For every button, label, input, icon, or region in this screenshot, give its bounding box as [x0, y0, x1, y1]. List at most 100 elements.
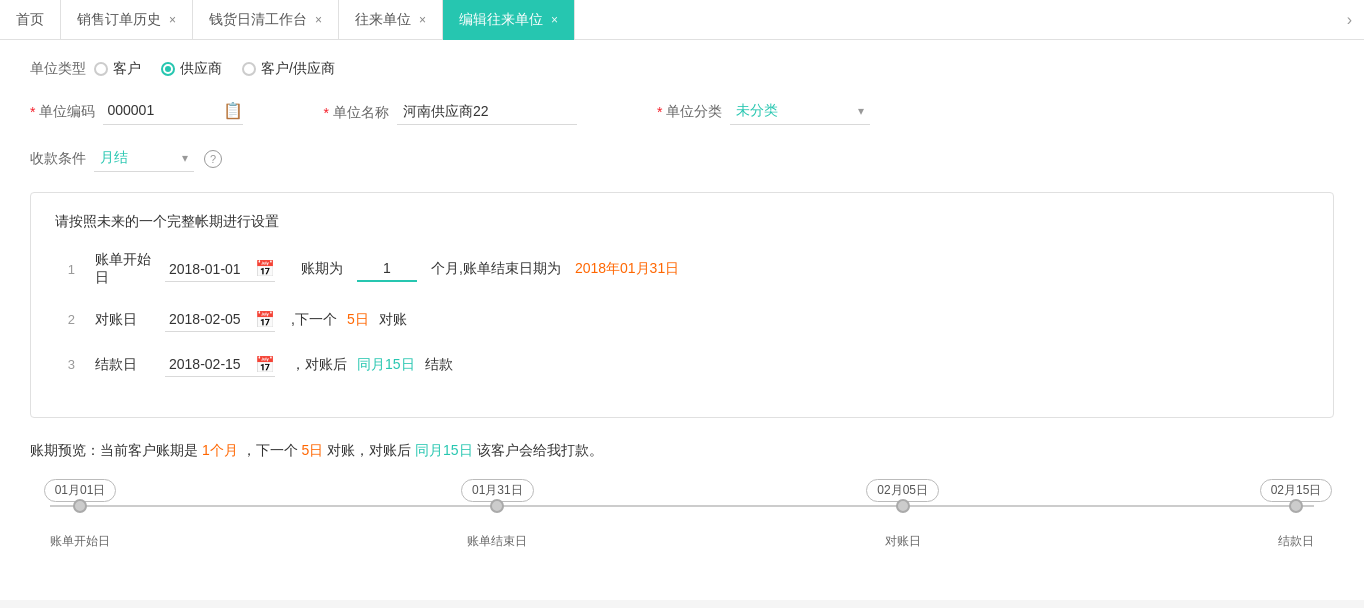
unit-code-copy-icon[interactable]: 📋	[223, 101, 243, 120]
tab-more-button[interactable]: ›	[1335, 0, 1364, 40]
unit-code-group: * 单位编码 📋	[30, 98, 243, 125]
page-content: 单位类型 客户 供应商 客户/供应商 * 单位编码 📋	[0, 40, 1364, 600]
preview-suffix: 该客户会给我打款。	[477, 442, 603, 458]
timeline-node-4: 02月15日 结款日	[1278, 499, 1314, 550]
radio-both[interactable]: 客户/供应商	[242, 60, 335, 78]
timeline-node-3: 02月05日 对账日	[885, 499, 921, 550]
preview-prefix: 账期预览：当前客户账期是	[30, 442, 198, 458]
tab-partner-unit-label: 往来单位	[355, 11, 411, 29]
period-value-input[interactable]	[357, 256, 417, 282]
settlement-row: 3 结款日 📅 ，对账后 同月15日 结款	[55, 352, 1309, 377]
unit-code-input-wrap: 📋	[103, 98, 243, 125]
close-sales-history-icon[interactable]: ×	[169, 13, 176, 27]
settlement-label: 结款日	[95, 356, 155, 374]
unit-name-input[interactable]	[397, 100, 577, 125]
reconcile-desc-prefix: ,下一个	[291, 311, 337, 329]
settlement-date-input[interactable]	[165, 352, 255, 376]
payment-help-icon[interactable]: ?	[204, 150, 222, 168]
reconcile-desc-highlight: 5日	[347, 311, 369, 329]
reconcile-label: 对账日	[95, 311, 155, 329]
reconcile-calendar-icon[interactable]: 📅	[255, 310, 275, 329]
unit-category-arrow-icon: ▾	[858, 104, 864, 118]
billing-start-date-input[interactable]	[165, 257, 255, 281]
unit-name-group: * 单位名称	[323, 100, 576, 125]
node-label-4: 结款日	[1278, 533, 1314, 550]
panel-title: 请按照未来的一个完整帐期进行设置	[55, 213, 1309, 231]
unit-code-star: *	[30, 104, 35, 120]
reconcile-date-input[interactable]	[165, 307, 255, 331]
node-label-2: 账单结束日	[467, 533, 527, 550]
unit-type-row: 单位类型 客户 供应商 客户/供应商	[30, 60, 1334, 78]
tab-home-label: 首页	[16, 11, 44, 29]
unit-name-label: 单位名称	[333, 104, 389, 122]
billing-start-calendar-icon[interactable]: 📅	[255, 259, 275, 278]
tab-sales-history-label: 销售订单历史	[77, 11, 161, 29]
close-cash-work-icon[interactable]: ×	[315, 13, 322, 27]
unit-type-radio-group: 客户 供应商 客户/供应商	[94, 60, 335, 78]
payment-conditions: 月结 ▾ ?	[94, 145, 222, 172]
payment-value: 月结	[100, 149, 176, 167]
preview-span2: 5日	[301, 442, 323, 458]
timeline-node-1: 01月01日 账单开始日	[50, 499, 110, 550]
unit-category-label: 单位分类	[666, 103, 722, 121]
unit-category-select[interactable]: 未分类 ▾	[730, 98, 870, 125]
tabs-bar: 首页 销售订单历史 × 钱货日清工作台 × 往来单位 × 编辑往来单位 × ›	[0, 0, 1364, 40]
tab-edit-partner[interactable]: 编辑往来单位 ×	[443, 0, 575, 40]
settlement-calendar-icon[interactable]: 📅	[255, 355, 275, 374]
row-num-2: 2	[55, 312, 75, 327]
tab-home[interactable]: 首页	[0, 0, 61, 40]
period-label: 账期为	[301, 260, 343, 278]
payment-select[interactable]: 月结 ▾	[94, 145, 194, 172]
unit-code-label: 单位编码	[39, 103, 95, 121]
unit-category-value: 未分类	[736, 102, 852, 120]
settlement-desc-suffix: 结款	[425, 356, 453, 374]
radio-supplier-label: 供应商	[180, 60, 222, 78]
radio-both-label: 客户/供应商	[261, 60, 335, 78]
billing-start-date-wrap: 📅	[165, 257, 275, 282]
unit-category-star: *	[657, 104, 662, 120]
row-num-3: 3	[55, 357, 75, 372]
unit-code-input[interactable]	[103, 98, 223, 122]
radio-customer[interactable]: 客户	[94, 60, 141, 78]
reconcile-desc-suffix: 对账	[379, 311, 407, 329]
node-dot-1	[73, 499, 87, 513]
preview-mid2: 对账，对账后	[327, 442, 411, 458]
settlement-desc-prefix: ，对账后	[291, 356, 347, 374]
preview-section: 账期预览：当前客户账期是 1个月 ，下一个 5日 对账，对账后 同月15日 该客…	[30, 438, 1334, 463]
settings-panel: 请按照未来的一个完整帐期进行设置 1 账单开始日 📅 账期为 个月,账单结束日期…	[30, 192, 1334, 418]
radio-customer-label: 客户	[113, 60, 141, 78]
unit-name-star: *	[323, 105, 328, 121]
reconcile-date-wrap: 📅	[165, 307, 275, 332]
close-partner-unit-icon[interactable]: ×	[419, 13, 426, 27]
tab-cash-work[interactable]: 钱货日清工作台 ×	[193, 0, 339, 40]
preview-span3: 同月15日	[415, 442, 473, 458]
tab-cash-work-label: 钱货日清工作台	[209, 11, 307, 29]
reconcile-row: 2 对账日 📅 ,下一个 5日 对账	[55, 307, 1309, 332]
tab-sales-history[interactable]: 销售订单历史 ×	[61, 0, 193, 40]
preview-mid1: ，下一个	[242, 442, 298, 458]
unit-category-group: * 单位分类 未分类 ▾	[657, 98, 870, 125]
settlement-date-wrap: 📅	[165, 352, 275, 377]
unit-type-label: 单位类型	[30, 60, 86, 78]
unit-fields-row: * 单位编码 📋 * 单位名称 * 单位分类 未分类 ▾	[30, 98, 1334, 125]
node-label-3: 对账日	[885, 533, 921, 550]
payment-row: 收款条件 月结 ▾ ?	[30, 145, 1334, 172]
billing-start-label: 账单开始日	[95, 251, 155, 287]
row-num-1: 1	[55, 262, 75, 277]
radio-both-circle	[242, 62, 256, 76]
payment-arrow-icon: ▾	[182, 151, 188, 165]
node-dot-2	[490, 499, 504, 513]
close-edit-partner-icon[interactable]: ×	[551, 13, 558, 27]
node-dot-4	[1289, 499, 1303, 513]
timeline-wrap: 01月01日 账单开始日 01月31日 账单结束日 02月05日 对账日 02月…	[50, 487, 1314, 567]
billing-start-row: 1 账单开始日 📅 账期为 个月,账单结束日期为 2018年01月31日	[55, 251, 1309, 287]
radio-customer-circle	[94, 62, 108, 76]
radio-supplier-circle	[161, 62, 175, 76]
settlement-desc-highlight: 同月15日	[357, 356, 415, 374]
timeline-nodes: 01月01日 账单开始日 01月31日 账单结束日 02月05日 对账日 02月…	[50, 499, 1314, 550]
payment-label: 收款条件	[30, 150, 86, 168]
node-label-1: 账单开始日	[50, 533, 110, 550]
tab-partner-unit[interactable]: 往来单位 ×	[339, 0, 443, 40]
radio-supplier[interactable]: 供应商	[161, 60, 222, 78]
period-end-date: 2018年01月31日	[575, 260, 679, 278]
